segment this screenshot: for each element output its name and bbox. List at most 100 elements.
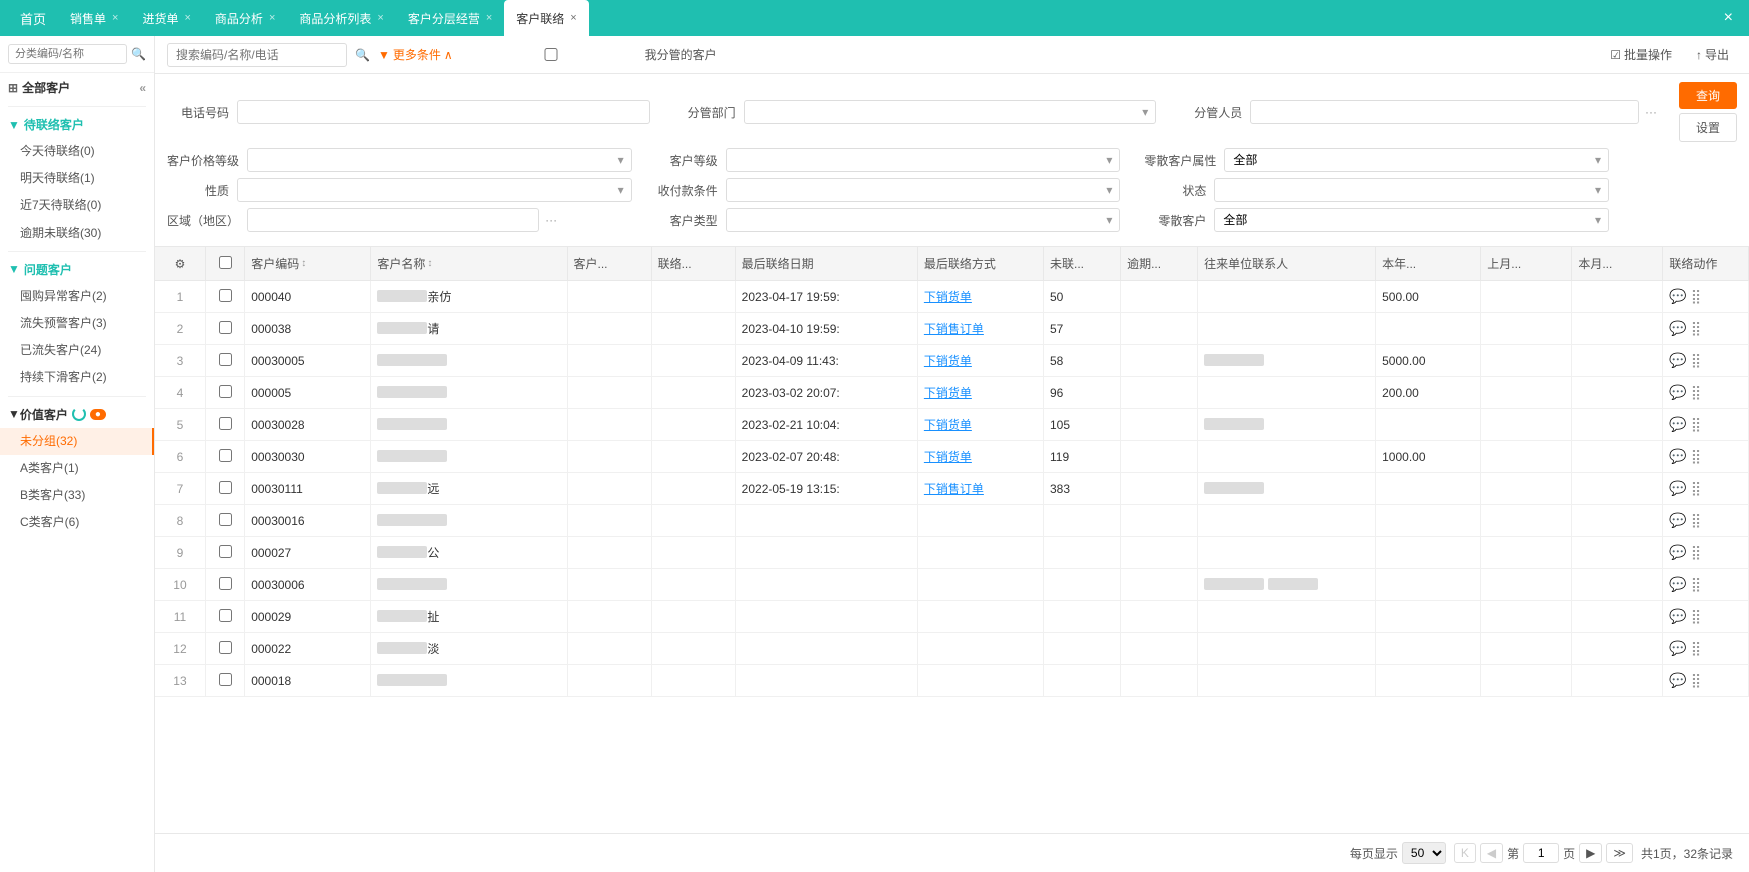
manager-dots[interactable]: ··· <box>1639 105 1663 119</box>
row-checkbox[interactable] <box>219 673 232 686</box>
zero-attr-select[interactable]: 全部 <box>1224 148 1609 172</box>
cust-type-col-header[interactable]: 客户... <box>567 247 651 281</box>
sidebar-item-tomorrow[interactable]: 明天待联络(1) <box>0 165 154 192</box>
manager-input[interactable] <box>1250 100 1639 124</box>
sidebar-group-pending[interactable]: ▼ 待联络客户 <box>0 111 154 138</box>
sidebar-item-hoarding[interactable]: 囤购异常客户(2) <box>0 283 154 310</box>
dept-select[interactable] <box>744 100 1157 124</box>
more-action-icon[interactable]: ⣿ <box>1691 608 1701 625</box>
more-action-icon[interactable]: ⣿ <box>1691 544 1701 561</box>
first-page-button[interactable]: K <box>1454 843 1476 863</box>
row-check[interactable] <box>205 281 244 313</box>
last-month-col-header[interactable]: 上月... <box>1481 247 1572 281</box>
sidebar-item-declining[interactable]: 持续下滑客户(2) <box>0 364 154 391</box>
sidebar-search-input[interactable] <box>8 44 127 64</box>
area-dots[interactable]: ··· <box>539 213 563 227</box>
search-input[interactable] <box>167 43 347 67</box>
phone-input[interactable] <box>237 100 650 124</box>
row-check[interactable] <box>205 665 244 697</box>
more-action-icon[interactable]: ⣿ <box>1691 480 1701 497</box>
close-sales-tab[interactable]: × <box>112 12 118 24</box>
row-check[interactable] <box>205 441 244 473</box>
zero-customer-select[interactable]: 全部 <box>1214 208 1609 232</box>
cust-level-select[interactable] <box>726 148 1121 172</box>
batch-ops-button[interactable]: ☑ 批量操作 <box>1602 42 1680 67</box>
close-purchase-tab[interactable]: × <box>184 12 190 24</box>
more-action-icon[interactable]: ⣿ <box>1691 416 1701 433</box>
row-check[interactable] <box>205 473 244 505</box>
last-method-link[interactable]: 下销货单 <box>924 290 972 304</box>
status-select[interactable] <box>1214 178 1609 202</box>
close-all-tabs[interactable]: × <box>1716 9 1741 27</box>
sidebar-group-problem[interactable]: ▼ 问题客户 <box>0 256 154 283</box>
sidebar-search-button[interactable]: 🔍 <box>131 47 146 61</box>
sidebar-item-ungrouped[interactable]: 未分组(32) <box>0 428 154 455</box>
last-page-button[interactable]: ≫ <box>1606 843 1633 863</box>
sidebar-item-7days[interactable]: 近7天待联络(0) <box>0 192 154 219</box>
nav-tab-customer-contact[interactable]: 客户联络 × <box>504 0 588 36</box>
phone-action-icon[interactable]: 💬 <box>1669 608 1686 625</box>
phone-action-icon[interactable]: 💬 <box>1669 448 1686 465</box>
row-check[interactable] <box>205 569 244 601</box>
refresh-icon[interactable] <box>72 407 86 421</box>
nav-tab-product-analysis[interactable]: 商品分析 × <box>203 0 287 36</box>
sidebar-item-class-a[interactable]: A类客户(1) <box>0 455 154 482</box>
row-checkbox[interactable] <box>219 321 232 334</box>
last-method-link[interactable]: 下销售订单 <box>924 482 984 496</box>
next-page-button[interactable]: ▶ <box>1579 843 1602 863</box>
check-col-header[interactable] <box>205 247 244 281</box>
export-button[interactable]: ↑ 导出 <box>1688 42 1737 67</box>
nav-tab-product-analysis-list[interactable]: 商品分析列表 × <box>287 0 395 36</box>
last-date-col-header[interactable]: 最后联络日期 <box>735 247 917 281</box>
query-button[interactable]: 查询 <box>1679 82 1737 109</box>
row-check[interactable] <box>205 537 244 569</box>
row-checkbox[interactable] <box>219 513 232 526</box>
phone-action-icon[interactable]: 💬 <box>1669 320 1686 337</box>
phone-action-icon[interactable]: 💬 <box>1669 416 1686 433</box>
row-checkbox[interactable] <box>219 417 232 430</box>
this-year-col-header[interactable]: 本年... <box>1376 247 1481 281</box>
row-check[interactable] <box>205 313 244 345</box>
more-action-icon[interactable]: ⣿ <box>1691 640 1701 657</box>
my-customers-checkbox[interactable] <box>461 48 641 61</box>
phone-action-icon[interactable]: 💬 <box>1669 672 1686 689</box>
row-checkbox[interactable] <box>219 481 232 494</box>
phone-action-icon[interactable]: 💬 <box>1669 640 1686 657</box>
sidebar-item-class-b[interactable]: B类客户(33) <box>0 482 154 509</box>
row-check[interactable] <box>205 409 244 441</box>
contact-col-header[interactable]: 联络... <box>651 247 735 281</box>
close-customer-segment-tab[interactable]: × <box>486 12 492 24</box>
close-customer-contact-tab[interactable]: × <box>570 12 576 24</box>
more-action-icon[interactable]: ⣿ <box>1691 352 1701 369</box>
more-action-icon[interactable]: ⣿ <box>1691 672 1701 689</box>
row-check[interactable] <box>205 345 244 377</box>
sidebar-item-churn-warning[interactable]: 流失预警客户(3) <box>0 310 154 337</box>
last-method-link[interactable]: 下销货单 <box>924 418 972 432</box>
row-checkbox[interactable] <box>219 289 232 302</box>
phone-action-icon[interactable]: 💬 <box>1669 352 1686 369</box>
settings-col-header[interactable]: ⚙ <box>155 247 205 281</box>
more-action-icon[interactable]: ⣿ <box>1691 448 1701 465</box>
payment-select[interactable] <box>726 178 1121 202</box>
row-checkbox[interactable] <box>219 449 232 462</box>
phone-action-icon[interactable]: 💬 <box>1669 576 1686 593</box>
row-checkbox[interactable] <box>219 609 232 622</box>
nav-tab-purchase[interactable]: 进货单 × <box>130 0 202 36</box>
select-all-checkbox[interactable] <box>219 256 232 269</box>
reset-button[interactable]: 设置 <box>1679 113 1737 142</box>
last-method-link[interactable]: 下销货单 <box>924 386 972 400</box>
phone-action-icon[interactable]: 💬 <box>1669 480 1686 497</box>
sidebar-item-churned[interactable]: 已流失客户(24) <box>0 337 154 364</box>
last-method-link[interactable]: 下销货单 <box>924 450 972 464</box>
last-method-link[interactable]: 下销货单 <box>924 354 972 368</box>
filter-search-button[interactable]: 🔍 <box>355 48 370 62</box>
nav-tab-customer-segment[interactable]: 客户分层经营 × <box>396 0 504 36</box>
row-checkbox[interactable] <box>219 641 232 654</box>
price-level-select[interactable] <box>247 148 632 172</box>
code-col-header[interactable]: 客户编码↕ <box>245 247 371 281</box>
row-check[interactable] <box>205 601 244 633</box>
this-month-col-header[interactable]: 本月... <box>1572 247 1663 281</box>
no-contact-col-header[interactable]: 未联... <box>1043 247 1120 281</box>
unit-contacts-col-header[interactable]: 往来单位联系人 <box>1198 247 1376 281</box>
row-checkbox[interactable] <box>219 577 232 590</box>
